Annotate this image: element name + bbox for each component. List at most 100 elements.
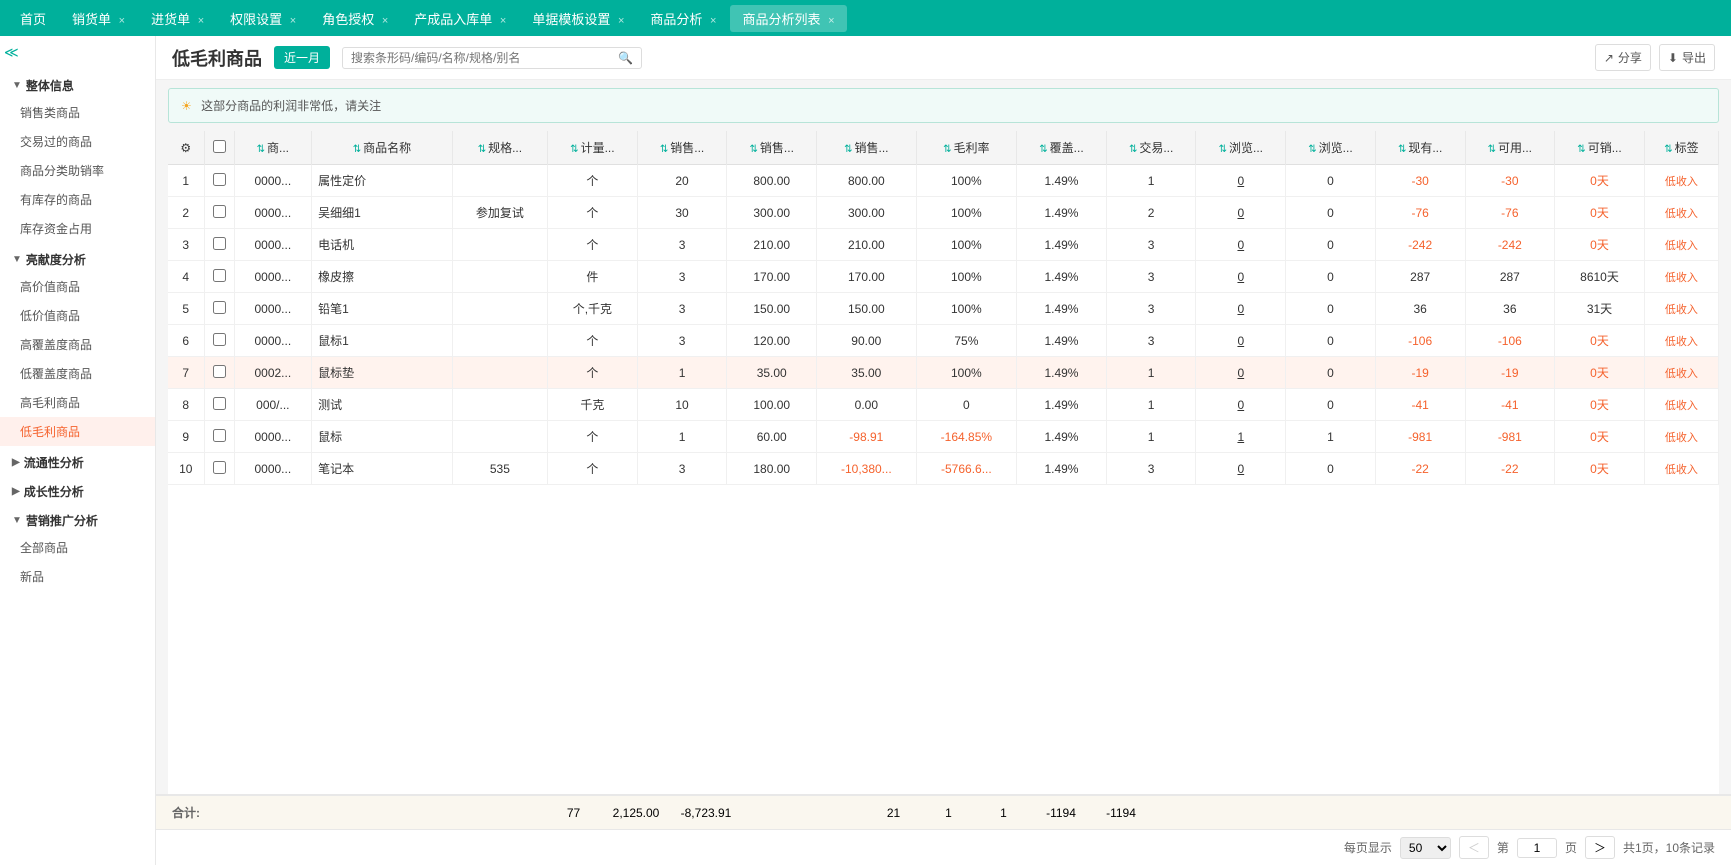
col-trade[interactable]: ⇅交易...: [1106, 131, 1196, 165]
sidebar-item-traded-goods[interactable]: 交易过的商品: [0, 127, 155, 156]
nav-role[interactable]: 角色授权 ×: [310, 5, 400, 32]
col-tag[interactable]: ⇅标签: [1644, 131, 1718, 165]
nav-template[interactable]: 单据模板设置 ×: [520, 5, 636, 32]
row-code: 0000...: [234, 165, 312, 197]
row-checkbox[interactable]: [213, 237, 226, 250]
row-code: 0000...: [234, 453, 312, 485]
col-sale-price[interactable]: ⇅销售...: [727, 131, 817, 165]
sidebar-group-growth[interactable]: ▶ 成长性分析: [0, 475, 155, 504]
row-browse1[interactable]: 0: [1196, 293, 1286, 325]
nav-sales-close[interactable]: ×: [119, 15, 125, 27]
table-row: 2 0000... 吴细细1 参加复试 个 30 300.00 300.00 1…: [168, 197, 1719, 229]
sidebar-item-sales-goods[interactable]: 销售类商品: [0, 98, 155, 127]
row-browse1[interactable]: 1: [1196, 421, 1286, 453]
row-spec: [452, 165, 547, 197]
col-sale-qty[interactable]: ⇅销售...: [637, 131, 727, 165]
nav-purchase[interactable]: 进货单 ×: [139, 5, 216, 32]
row-checkbox[interactable]: [213, 205, 226, 218]
col-coverage[interactable]: ⇅覆盖...: [1017, 131, 1107, 165]
nav-purchase-close[interactable]: ×: [198, 15, 204, 27]
nav-permission[interactable]: 权限设置 ×: [218, 5, 308, 32]
select-all-checkbox[interactable]: [213, 140, 226, 153]
row-browse1[interactable]: 0: [1196, 229, 1286, 261]
col-spec[interactable]: ⇅规格...: [452, 131, 547, 165]
sidebar-item-high-coverage[interactable]: 高覆盖度商品: [0, 330, 155, 359]
nav-goods-analysis-list[interactable]: 商品分析列表 ×: [730, 5, 846, 32]
row-checkbox[interactable]: [213, 365, 226, 378]
data-table: ⚙ ⇅商... ⇅商品名称 ⇅规格... ⇅计量... ⇅销售... ⇅销售..…: [168, 131, 1719, 485]
row-sale-amount: 0.00: [817, 389, 917, 421]
nav-product-entry[interactable]: 产成品入库单 ×: [402, 5, 518, 32]
col-browse2[interactable]: ⇅浏览...: [1286, 131, 1376, 165]
row-current-stock: -76: [1375, 197, 1465, 229]
sidebar-item-new-goods[interactable]: 新品: [0, 562, 155, 591]
sidebar-item-high-value[interactable]: 高价值商品: [0, 272, 155, 301]
col-available[interactable]: ⇅可用...: [1465, 131, 1555, 165]
sidebar-group-overall[interactable]: ▼ 整体信息: [0, 69, 155, 98]
sidebar-group-marketing[interactable]: ▼ 营销推广分析: [0, 504, 155, 533]
col-settings[interactable]: ⚙: [168, 131, 204, 165]
row-checkbox[interactable]: [213, 333, 226, 346]
sidebar-collapse-btn[interactable]: ≪: [0, 36, 155, 69]
col-sellable[interactable]: ⇅可销...: [1555, 131, 1645, 165]
row-checkbox-cell: [204, 357, 234, 389]
row-current-stock: -22: [1375, 453, 1465, 485]
next-page-btn[interactable]: ＞: [1585, 836, 1615, 859]
col-code[interactable]: ⇅商...: [234, 131, 312, 165]
row-name: 电话机: [312, 229, 453, 261]
nav-permission-close[interactable]: ×: [290, 15, 296, 27]
row-sellable: 0天: [1555, 453, 1645, 485]
nav-goods-analysis-close[interactable]: ×: [710, 15, 716, 27]
row-gross-rate: 100%: [916, 293, 1017, 325]
info-banner-text: 这部分商品的利润非常低，请关注: [201, 99, 381, 113]
sidebar-item-stock-fund[interactable]: 库存资金占用: [0, 214, 155, 243]
row-browse1[interactable]: 0: [1196, 165, 1286, 197]
prev-page-btn[interactable]: ＜: [1459, 836, 1489, 859]
share-btn[interactable]: ↗ 分享: [1595, 44, 1651, 71]
col-gross-rate[interactable]: ⇅毛利率: [916, 131, 1017, 165]
row-browse1[interactable]: 0: [1196, 261, 1286, 293]
row-browse1[interactable]: 0: [1196, 389, 1286, 421]
col-unit[interactable]: ⇅计量...: [548, 131, 638, 165]
row-browse1[interactable]: 0: [1196, 325, 1286, 357]
row-browse1[interactable]: 0: [1196, 453, 1286, 485]
row-checkbox[interactable]: [213, 461, 226, 474]
nav-product-entry-close[interactable]: ×: [500, 15, 506, 27]
per-page-select[interactable]: 50 100 200: [1400, 837, 1451, 859]
row-checkbox[interactable]: [213, 301, 226, 314]
sidebar-item-all-goods[interactable]: 全部商品: [0, 533, 155, 562]
nav-home[interactable]: 首页: [8, 5, 58, 32]
row-name: 橡皮擦: [312, 261, 453, 293]
export-btn[interactable]: ⬇ 导出: [1659, 44, 1715, 71]
row-checkbox[interactable]: [213, 173, 226, 186]
search-icon[interactable]: 🔍: [618, 51, 633, 65]
page-input[interactable]: [1517, 838, 1557, 858]
nav-goods-analysis[interactable]: 商品分析 ×: [638, 5, 728, 32]
row-trade: 1: [1106, 421, 1196, 453]
sidebar-item-low-value[interactable]: 低价值商品: [0, 301, 155, 330]
row-checkbox[interactable]: [213, 397, 226, 410]
sidebar-item-low-margin[interactable]: 低毛利商品: [0, 417, 155, 446]
nav-sales[interactable]: 销货单 ×: [60, 5, 137, 32]
sidebar-item-in-stock[interactable]: 有库存的商品: [0, 185, 155, 214]
nav-template-close[interactable]: ×: [618, 15, 624, 27]
sidebar-item-low-coverage[interactable]: 低覆盖度商品: [0, 359, 155, 388]
sidebar-item-category-rate[interactable]: 商品分类助销率: [0, 156, 155, 185]
col-browse1[interactable]: ⇅浏览...: [1196, 131, 1286, 165]
header-actions: ↗ 分享 ⬇ 导出: [1595, 44, 1715, 71]
sidebar-group-contribution[interactable]: ▼ 亮献度分析: [0, 243, 155, 272]
col-sale-amount[interactable]: ⇅销售...: [817, 131, 917, 165]
row-browse1[interactable]: 0: [1196, 357, 1286, 389]
filter-period-btn[interactable]: 近一月: [274, 46, 330, 69]
row-checkbox[interactable]: [213, 429, 226, 442]
row-sale-price: 100.00: [727, 389, 817, 421]
search-input[interactable]: [351, 51, 618, 65]
col-name[interactable]: ⇅商品名称: [312, 131, 453, 165]
nav-goods-analysis-list-close[interactable]: ×: [828, 15, 834, 27]
sidebar-item-high-margin[interactable]: 高毛利商品: [0, 388, 155, 417]
row-browse1[interactable]: 0: [1196, 197, 1286, 229]
row-checkbox[interactable]: [213, 269, 226, 282]
nav-role-close[interactable]: ×: [382, 15, 388, 27]
col-current-stock[interactable]: ⇅现有...: [1375, 131, 1465, 165]
sidebar-group-liquidity[interactable]: ▶ 流通性分析: [0, 446, 155, 475]
